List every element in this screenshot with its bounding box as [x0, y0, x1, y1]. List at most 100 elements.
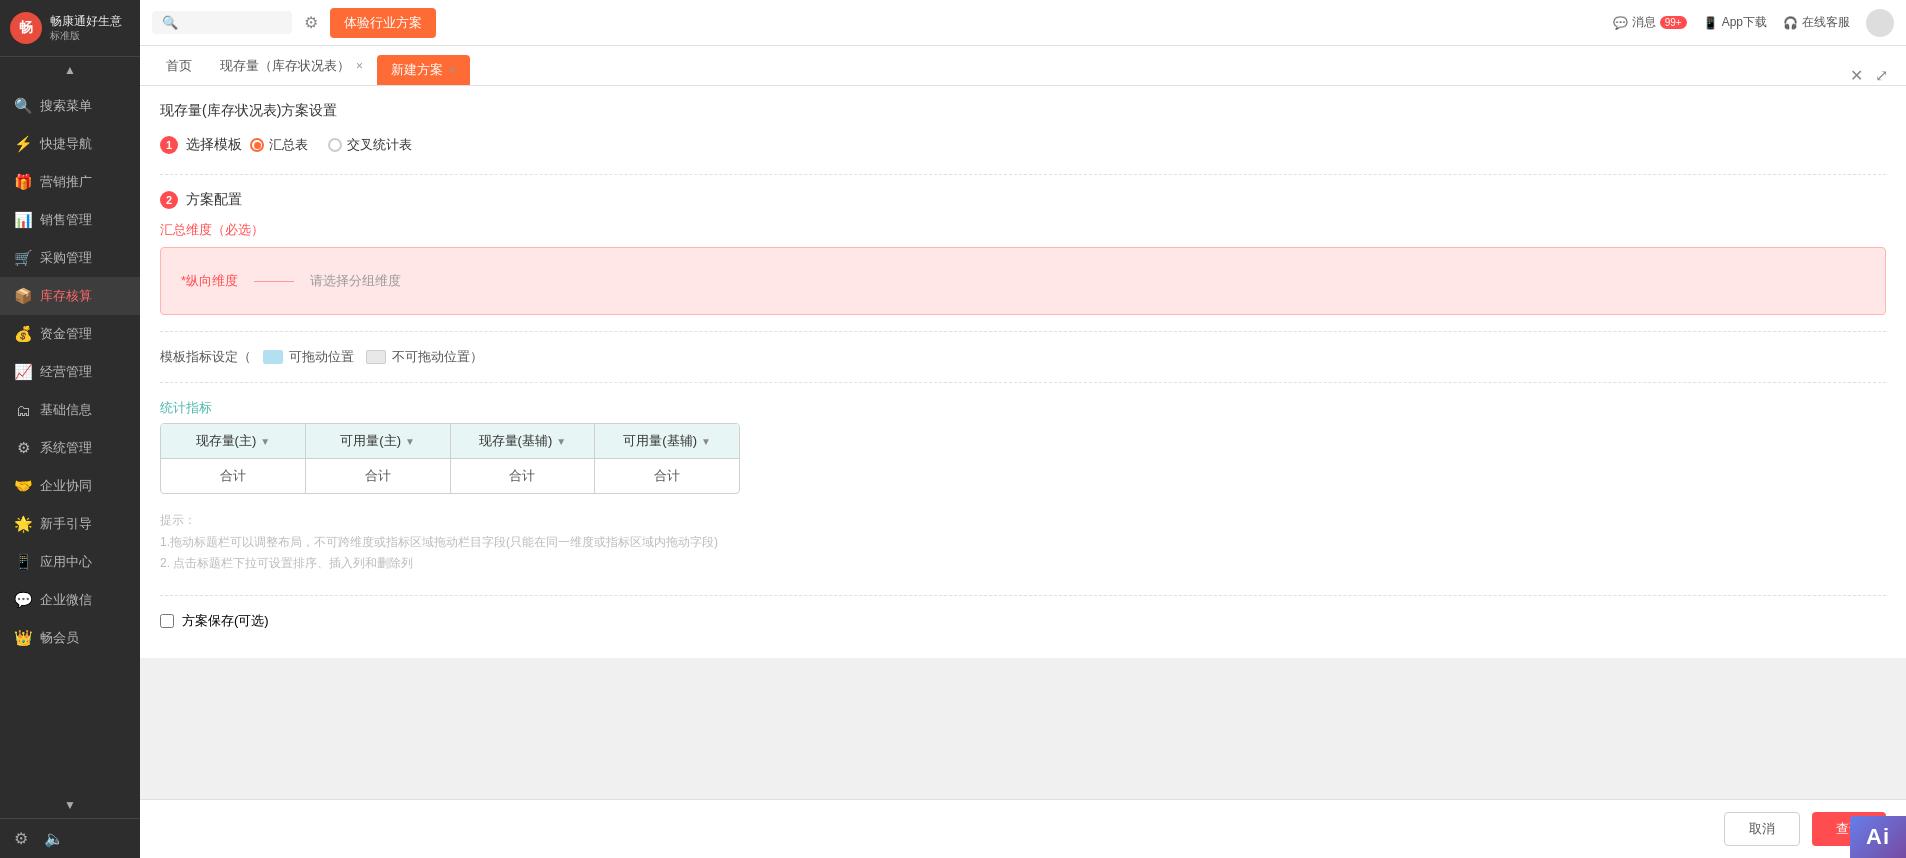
draggable-box	[263, 350, 283, 364]
search-nav-icon: 🔍	[14, 97, 32, 115]
cancel-button[interactable]: 取消	[1724, 812, 1800, 846]
sidebar-item-sales[interactable]: 📊 销售管理	[0, 201, 140, 239]
col2-chevron: ▼	[405, 436, 415, 447]
tab-new-plan-label: 新建方案	[391, 61, 443, 79]
step1-section: 1 选择模板 汇总表 交叉统计表	[160, 136, 1886, 154]
stats-col-4-header[interactable]: 可用量(基辅) ▼	[595, 424, 739, 458]
sidebar-item-shortcut[interactable]: ⚡ 快捷导航	[0, 125, 140, 163]
sidebar-item-enterprise[interactable]: 🤝 企业协同	[0, 467, 140, 505]
sidebar-item-guide[interactable]: 🌟 新手引导	[0, 505, 140, 543]
tab-close-all-icon[interactable]: ✕	[1844, 66, 1869, 85]
guide-icon: 🌟	[14, 515, 32, 533]
dimension-separator	[254, 281, 294, 282]
tab-inventory-close[interactable]: ×	[356, 59, 363, 73]
user-avatar[interactable]	[1866, 9, 1894, 37]
save-checkbox[interactable]	[160, 614, 174, 628]
tab-new-plan[interactable]: 新建方案 ×	[377, 55, 470, 85]
stats-col-3-header[interactable]: 现存量(基辅) ▼	[451, 424, 596, 458]
service-btn[interactable]: 🎧 在线客服	[1783, 14, 1850, 31]
nondraggable-label: 不可拖动位置）	[392, 348, 483, 366]
template-label: 模板指标设定（	[160, 348, 251, 366]
divider-1	[160, 174, 1886, 175]
dimension-vertical-label: *纵向维度	[181, 272, 238, 290]
radio-summary-circle	[250, 138, 264, 152]
sidebar-item-label: 应用中心	[40, 553, 92, 571]
col3-chevron: ▼	[556, 436, 566, 447]
sidebar-scroll-down[interactable]: ▼	[0, 792, 140, 818]
appstore-icon: 📱	[14, 553, 32, 571]
indicator-nondraggable: 不可拖动位置）	[366, 348, 483, 366]
divider-2	[160, 331, 1886, 332]
topbar-gear-icon[interactable]: ⚙	[300, 9, 322, 36]
system-icon: ⚙	[14, 439, 32, 457]
brand-area: 畅 畅康通好生意 标准版	[0, 0, 140, 57]
search-box[interactable]: 🔍	[152, 11, 292, 34]
search-input[interactable]	[184, 16, 264, 30]
sidebar-item-label: 经营管理	[40, 363, 92, 381]
sidebar-item-label: 搜索菜单	[40, 97, 92, 115]
sidebar-item-system[interactable]: ⚙ 系统管理	[0, 429, 140, 467]
panel-title: 现存量(库存状况表)方案设置	[160, 102, 1886, 120]
stats-col-1-header[interactable]: 现存量(主) ▼	[161, 424, 306, 458]
tab-new-plan-close[interactable]: ×	[449, 63, 456, 77]
brand-name: 畅康通好生意	[50, 13, 122, 30]
step1-num: 1	[160, 136, 178, 154]
message-label: 消息	[1632, 14, 1656, 31]
sales-icon: 📊	[14, 211, 32, 229]
tab-expand-icon[interactable]: ⤢	[1869, 66, 1894, 85]
radio-summary[interactable]: 汇总表	[250, 136, 308, 154]
topbar: 🔍 ⚙ 体验行业方案 💬 消息 99+ 📱 App下载 🎧 在线客服	[140, 0, 1906, 46]
tab-inventory-label: 现存量（库存状况表）	[220, 57, 350, 75]
settings-footer-icon[interactable]: ⚙	[14, 829, 28, 848]
radio-summary-dot	[254, 142, 261, 149]
sidebar-item-inventory[interactable]: 📦 库存核算	[0, 277, 140, 315]
main-area: 🔍 ⚙ 体验行业方案 💬 消息 99+ 📱 App下载 🎧 在线客服 首页	[140, 0, 1906, 858]
radio-cross[interactable]: 交叉统计表	[328, 136, 412, 154]
app-download-btn[interactable]: 📱 App下载	[1703, 14, 1767, 31]
volume-footer-icon[interactable]: 🔈	[44, 829, 64, 848]
sidebar-item-label: 新手引导	[40, 515, 92, 533]
sidebar-item-label: 快捷导航	[40, 135, 92, 153]
scroll-up-btn[interactable]: ▲	[60, 59, 80, 81]
scroll-down-btn[interactable]: ▼	[60, 794, 80, 816]
sidebar-item-purchase[interactable]: 🛒 采购管理	[0, 239, 140, 277]
service-label: 在线客服	[1802, 14, 1850, 31]
sidebar-item-basic[interactable]: 🗂 基础信息	[0, 391, 140, 429]
enterprise-icon: 🤝	[14, 477, 32, 495]
dimension-box[interactable]: *纵向维度 请选择分组维度	[160, 247, 1886, 315]
message-badge: 99+	[1660, 16, 1687, 29]
dimension-placeholder: 请选择分组维度	[310, 272, 401, 290]
sidebar-scroll-up[interactable]: ▲	[0, 57, 140, 83]
sidebar-item-search[interactable]: 🔍 搜索菜单	[0, 87, 140, 125]
tabbar: 首页 现存量（库存状况表） × 新建方案 × ✕ ⤢	[140, 46, 1906, 86]
tab-inventory[interactable]: 现存量（库存状况表） ×	[206, 49, 377, 85]
service-icon: 🎧	[1783, 16, 1798, 30]
col4-chevron: ▼	[701, 436, 711, 447]
shortcut-icon: ⚡	[14, 135, 32, 153]
ai-badge[interactable]: Ai	[1850, 816, 1906, 858]
sidebar-item-label: 企业微信	[40, 591, 92, 609]
sidebar-item-operations[interactable]: 📈 经营管理	[0, 353, 140, 391]
stats-header-row: 现存量(主) ▼ 可用量(主) ▼ 现存量(基辅) ▼ 可用量(基辅)	[161, 424, 739, 458]
message-btn[interactable]: 💬 消息 99+	[1613, 14, 1687, 31]
divider-3	[160, 382, 1886, 383]
sidebar-footer: ⚙ 🔈	[0, 818, 140, 858]
sidebar-item-marketing[interactable]: 🎁 营销推广	[0, 163, 140, 201]
brand-icon: 畅	[10, 12, 42, 44]
col2-label: 可用量(主)	[340, 432, 401, 450]
tips-area: 提示： 1.拖动标题栏可以调整布局，不可跨维度或指标区域拖动栏目字段(只能在同一…	[160, 510, 1886, 575]
tab-home[interactable]: 首页	[152, 49, 206, 85]
wechat-icon: 💬	[14, 591, 32, 609]
basic-icon: 🗂	[14, 401, 32, 419]
sidebar-item-appstore[interactable]: 📱 应用中心	[0, 543, 140, 581]
template-indicator: 模板指标设定（ 可拖动位置 不可拖动位置）	[160, 348, 1886, 366]
sidebar-item-wechat[interactable]: 💬 企业微信	[0, 581, 140, 619]
sidebar-item-member[interactable]: 👑 畅会员	[0, 619, 140, 657]
stats-table: 现存量(主) ▼ 可用量(主) ▼ 现存量(基辅) ▼ 可用量(基辅)	[160, 423, 740, 494]
topbar-right: 💬 消息 99+ 📱 App下载 🎧 在线客服	[1613, 9, 1894, 37]
sidebar-item-finance[interactable]: 💰 资金管理	[0, 315, 140, 353]
step2-label: 方案配置	[186, 191, 242, 209]
trial-btn[interactable]: 体验行业方案	[330, 8, 436, 38]
stats-col-2-header[interactable]: 可用量(主) ▼	[306, 424, 451, 458]
marketing-icon: 🎁	[14, 173, 32, 191]
